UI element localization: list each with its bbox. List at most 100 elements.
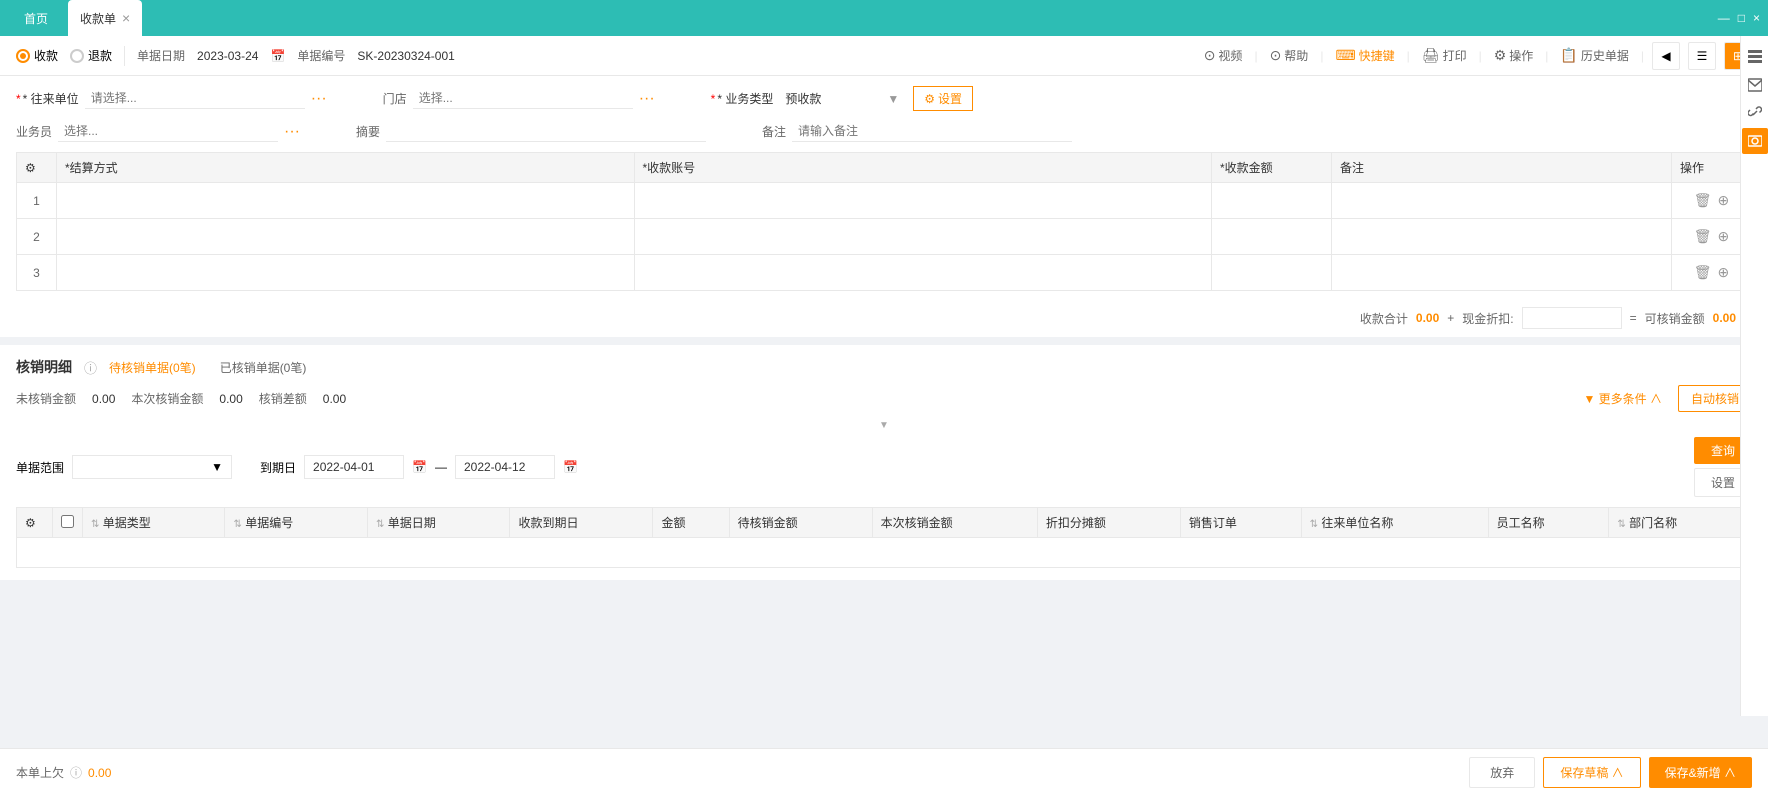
note-field: 备注: [762, 121, 1072, 142]
toolbar: 收款 退款 单据日期 2023-03-24 📅 单据编号 SK-20230324…: [0, 36, 1768, 76]
account-3[interactable]: [634, 255, 1212, 291]
partner-input[interactable]: [85, 88, 305, 109]
note-2[interactable]: [1332, 219, 1672, 255]
row-num-1: 1: [17, 183, 57, 219]
shortcut-btn[interactable]: ⌨ 快捷键: [1331, 45, 1398, 66]
save-new-btn[interactable]: 保存&新增 ∧: [1649, 757, 1752, 788]
amount-3[interactable]: [1212, 255, 1332, 291]
shortcut-label: 快捷键: [1359, 47, 1395, 64]
due-date-end[interactable]: [455, 455, 555, 479]
bill-range-label: 单据范围: [16, 459, 64, 476]
tab-home[interactable]: 首页: [8, 0, 64, 36]
note-3[interactable]: [1332, 255, 1672, 291]
table-row: 1 🗑 ⊕: [17, 183, 1752, 219]
sidebar-link-btn[interactable]: [1742, 100, 1768, 126]
staff-input[interactable]: [58, 121, 278, 142]
partner-field: * * 往来单位 ···: [16, 88, 327, 109]
partner-more-icon[interactable]: ···: [311, 90, 327, 108]
footer: 本单上欠 ⓘ 0.00 放弃 保存草稿 ∧ 保存&新增 ∧: [0, 748, 1768, 796]
sidebar-camera-btn[interactable]: [1742, 128, 1768, 154]
minimize-btn[interactable]: —: [1718, 11, 1730, 25]
due-date-start[interactable]: [304, 455, 404, 479]
staff-more-icon[interactable]: ···: [284, 123, 300, 141]
total-value: 0.00: [1416, 311, 1439, 325]
video-btn[interactable]: ⊙ 视频: [1200, 45, 1247, 66]
close-btn[interactable]: ×: [1753, 11, 1760, 25]
amount-1[interactable]: [1212, 183, 1332, 219]
note-1[interactable]: [1332, 183, 1672, 219]
row-num-2: 2: [17, 219, 57, 255]
number-value: SK-20230324-001: [357, 49, 454, 63]
sidebar-table-btn[interactable]: [1742, 44, 1768, 70]
home-tab-label: 首页: [24, 10, 48, 27]
table-row: 3 🗑 ⊕: [17, 255, 1752, 291]
hexiao-title: 核销明细: [16, 357, 72, 377]
prev-view-btn[interactable]: ◀: [1652, 42, 1680, 70]
delete-icon-2[interactable]: 🗑: [1694, 228, 1712, 245]
table-gear-icon[interactable]: ⚙: [25, 161, 36, 175]
note-input[interactable]: [792, 121, 1072, 142]
help-btn[interactable]: ⊙ 帮助: [1266, 45, 1313, 66]
store-more-icon[interactable]: ···: [639, 90, 655, 108]
summary-input[interactable]: [386, 121, 706, 142]
bottom-table-gear-icon[interactable]: ⚙: [25, 516, 36, 530]
action-icons-2: 🗑 ⊕: [1680, 228, 1743, 245]
biz-arrow-icon: ▼: [887, 92, 899, 106]
delete-icon-3[interactable]: 🗑: [1694, 264, 1712, 281]
tab-active[interactable]: 收款单 ×: [68, 0, 142, 36]
copy-icon-2[interactable]: ⊕: [1718, 228, 1730, 245]
op-btn[interactable]: ⚙ 操作: [1490, 45, 1538, 66]
collapse-arrow: ▼: [16, 420, 1752, 431]
partner-required: *: [16, 92, 21, 106]
calendar-icon[interactable]: 📅: [270, 49, 285, 63]
col-amount: *收款金额: [1212, 153, 1332, 183]
history-btn[interactable]: 📋 历史单据: [1556, 45, 1632, 66]
radio-shoukuan-label: 收款: [34, 47, 58, 64]
footer-info-icon[interactable]: ⓘ: [70, 764, 82, 781]
settings-btn[interactable]: ⚙ 设置: [913, 86, 973, 111]
print-btn[interactable]: 🖨 打印: [1418, 45, 1471, 66]
pending-tab[interactable]: 待核销单据(0笔): [109, 359, 196, 376]
radio-shoukuan-circle: [16, 49, 30, 63]
copy-icon-3[interactable]: ⊕: [1718, 264, 1730, 281]
list-view-btn[interactable]: ☰: [1688, 42, 1716, 70]
save-draft-btn[interactable]: 保存草稿 ∧: [1543, 757, 1640, 788]
summary-field: 摘要: [356, 121, 706, 142]
hexiao-table: ⚙ ⇅ 单据类型 ⇅ 单据编号 ⇅ 单据日期 收款到期日 金额 待核销金额 本次…: [16, 507, 1752, 568]
sort-icon-5: ⇅: [1617, 519, 1625, 530]
amount-2[interactable]: [1212, 219, 1332, 255]
radio-tuikuan-circle: [70, 49, 84, 63]
copy-icon-1[interactable]: ⊕: [1718, 192, 1730, 209]
store-label: 门店: [383, 90, 407, 107]
cal-end-icon[interactable]: 📅: [563, 460, 578, 474]
discount-label: 现金折扣:: [1462, 310, 1513, 327]
radio-tuikuan[interactable]: 退款: [70, 47, 112, 64]
maximize-btn[interactable]: □: [1738, 11, 1745, 25]
active-tab-label: 收款单: [80, 10, 116, 27]
delete-icon-1[interactable]: 🗑: [1694, 192, 1712, 209]
account-1[interactable]: [634, 183, 1212, 219]
settle-1[interactable]: [57, 183, 635, 219]
account-2[interactable]: [634, 219, 1212, 255]
settle-3[interactable]: [57, 255, 635, 291]
right-sidebar: [1740, 36, 1768, 716]
done-tab[interactable]: 已核销单据(0笔): [220, 359, 307, 376]
abandon-btn[interactable]: 放弃: [1469, 757, 1535, 788]
select-all-checkbox[interactable]: [61, 515, 74, 528]
radio-group: 收款 退款: [16, 47, 112, 64]
cal-start-icon[interactable]: 📅: [412, 460, 427, 474]
radio-tuikuan-label: 退款: [88, 47, 112, 64]
hexiao-info-icon[interactable]: ⓘ: [84, 358, 97, 377]
store-input[interactable]: [413, 88, 633, 109]
settle-2[interactable]: [57, 219, 635, 255]
radio-shoukuan[interactable]: 收款: [16, 47, 58, 64]
row-num-3: 3: [17, 255, 57, 291]
sidebar-mail-btn[interactable]: [1742, 72, 1768, 98]
close-tab-icon[interactable]: ×: [122, 10, 130, 26]
discount-input[interactable]: [1522, 307, 1622, 329]
print-label: 打印: [1443, 47, 1467, 64]
bill-range-select[interactable]: ▼: [72, 455, 232, 479]
table-settings-col: ⚙: [17, 153, 57, 183]
date-label: 单据日期: [137, 47, 185, 64]
more-conditions-btn[interactable]: ▼ 更多条件 ∧: [1583, 390, 1662, 407]
